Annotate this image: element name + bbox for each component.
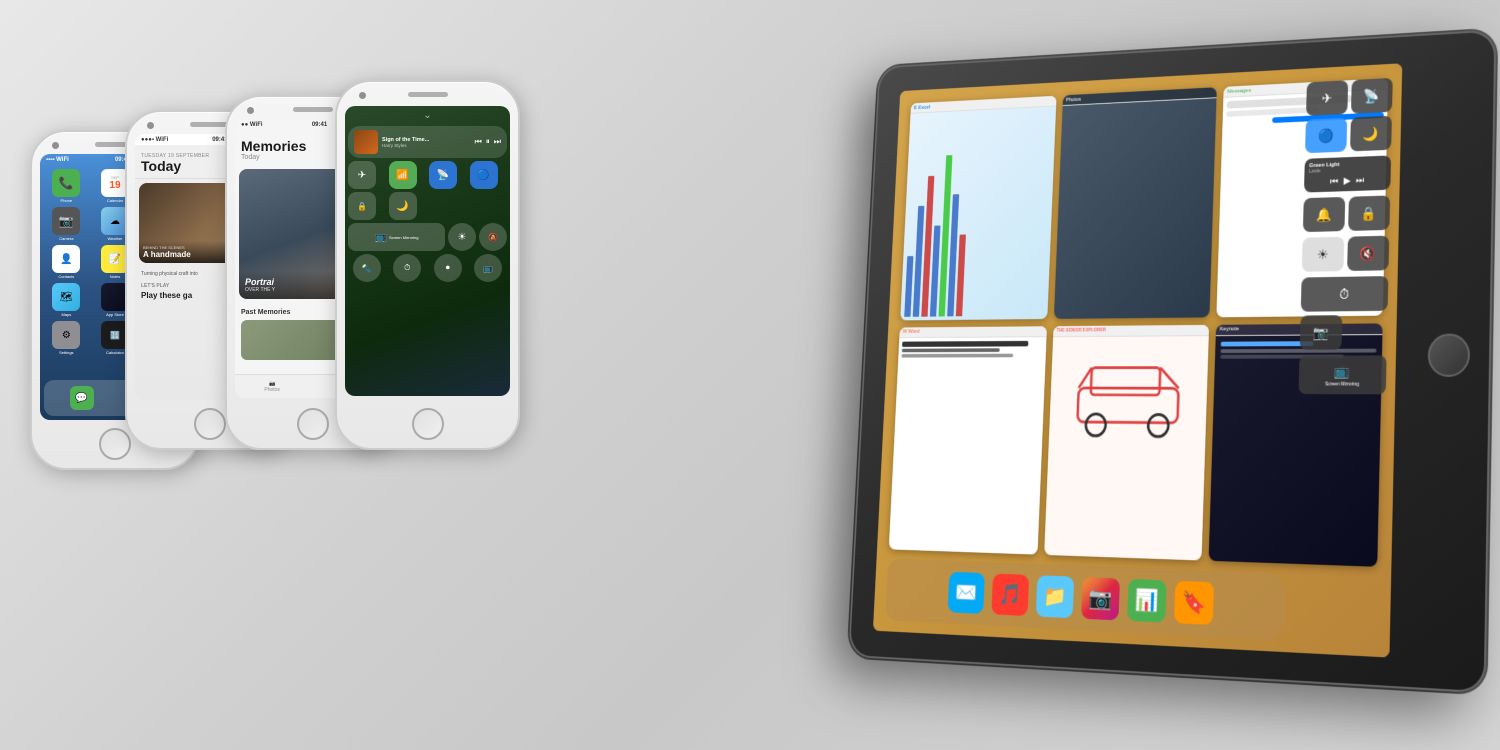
dock-keynote[interactable]: 🔖 [1174, 581, 1214, 625]
ipad-cc-grid-1: ✈ 📡 🔵 🌙 [1305, 78, 1393, 153]
iphone4-home-btn[interactable] [412, 408, 444, 440]
tab-photos[interactable]: 📷Photos [264, 381, 280, 393]
ipad-card-keynote[interactable]: W Word [889, 326, 1047, 555]
screen-mirror-label: Screen Mirroring [389, 235, 419, 240]
mute-btn[interactable]: 🔕 [479, 223, 507, 251]
ipad-moon-btn[interactable]: 🌙 [1350, 116, 1392, 152]
app-camera[interactable]: 📷 Camera [44, 207, 89, 241]
ipad-card-sketch-content [1048, 336, 1209, 460]
cc-grid-2: 🔒 🌙 [348, 192, 507, 220]
ipad-wifi-btn[interactable]: 📡 [1350, 78, 1392, 114]
ipad-card-excel[interactable]: E Excel [900, 96, 1056, 320]
playback-controls: ⏮ ⏸ ⏭ [475, 137, 501, 147]
ipad-np-controls: ⏮ ▶ ⏭ [1309, 175, 1386, 188]
now-playing-info: Sign of the Time... Harry Styles [382, 137, 471, 148]
ipad-timer-btn[interactable]: ⏱ [1301, 276, 1389, 312]
ipad: E Excel [848, 29, 1496, 693]
control-chevron: ⌄ [345, 106, 510, 123]
cc-row-3: 📺 Screen Mirroring ☀ 🔕 [348, 223, 507, 251]
iphone4-camera [359, 92, 366, 99]
iphone3-time: 09:41 [312, 122, 327, 128]
ipad-notification-btn[interactable]: 🔔 [1303, 197, 1345, 232]
iphone4-screen: ⌄ Sign of the Time... Harry Styles ⏮ ⏸ ⏭ [345, 106, 510, 396]
screen-mirror-btn[interactable]: 📺 Screen Mirroring [348, 223, 445, 251]
app-contacts[interactable]: 👤 Contacts [44, 245, 89, 279]
pause-btn[interactable]: ⏸ [486, 137, 490, 147]
dock-numbers[interactable]: 📊 [1127, 579, 1167, 623]
appletv-btn[interactable]: 📺 [474, 254, 502, 282]
album-art [354, 130, 378, 154]
ipad-screen-mirror-label: Screen Mirroring [1325, 381, 1359, 387]
now-playing: Sign of the Time... Harry Styles ⏮ ⏸ ⏭ [348, 126, 507, 158]
bluetooth-btn[interactable]: 🔵 [470, 161, 498, 189]
dock-photos[interactable]: 📷 [1081, 577, 1120, 620]
ipad-cc-row4: ⏱ 📷 [1300, 276, 1389, 350]
ipad-home-btn[interactable] [1427, 333, 1470, 376]
forward-btn[interactable]: ⏭ [494, 137, 501, 147]
rewind-btn[interactable]: ⏮ [475, 137, 482, 147]
iphone1-signal: ▪▪▪▪ WiFi [46, 157, 69, 163]
ipad-forward-btn[interactable]: ⏭ [1356, 175, 1364, 186]
cc-spacer [429, 192, 457, 220]
ipad-rotation-btn[interactable]: 🔒 [1348, 195, 1391, 230]
lock-rotation-btn[interactable]: 🔒 [348, 192, 376, 220]
ipad-rewind-btn[interactable]: ⏮ [1330, 176, 1338, 187]
cc-grid-1: ✈ 📶 📡 🔵 [348, 161, 507, 189]
cellular-btn[interactable]: 📶 [389, 161, 417, 189]
ipad-card-excel-content [900, 106, 1056, 320]
ipad-now-playing: Green Light Lorde ⏮ ▶ ⏭ [1304, 155, 1391, 192]
ipad-play-btn[interactable]: ▶ [1343, 176, 1350, 187]
ipad-camera-btn[interactable]: 📷 [1300, 315, 1342, 350]
flashlight-btn[interactable]: 🔦 [353, 254, 381, 282]
app-settings[interactable]: ⚙ Settings [44, 321, 89, 355]
ipad-cc-row2: 🔔 🔒 [1303, 195, 1390, 232]
iphone2-home-btn[interactable] [194, 408, 226, 440]
iphone3-signal: ●● WiFi [241, 122, 263, 128]
iphone2-signal: ●●●▪ WiFi [141, 137, 168, 143]
ipad-airplane-btn[interactable]: ✈ [1306, 80, 1348, 116]
ipad-card-photo-header: Photos [1062, 87, 1217, 106]
scene: ▪▪▪▪ WiFi 09:41 🔋 📞 Phone SEP [0, 0, 1500, 750]
timer-btn[interactable]: ⏱ [393, 254, 421, 282]
dock-mail[interactable]: ✉️ [948, 572, 985, 614]
ipad-card-keynote-content [889, 337, 1047, 555]
ipad-bluetooth-btn[interactable]: 🔵 [1305, 118, 1347, 153]
song-artist: Harry Styles [382, 143, 471, 148]
ipad-volume-btn[interactable]: 🔇 [1347, 236, 1390, 271]
iphone1-camera [52, 142, 59, 149]
record-btn[interactable]: ⏺ [434, 254, 462, 282]
car-sketch [1052, 339, 1206, 450]
ipad-card-sketch[interactable]: THE SENIOR EXPLORER [1044, 324, 1210, 560]
iphone3-speaker [293, 107, 333, 112]
iphone1-home-btn[interactable] [99, 428, 131, 460]
ipad-control-panel: ✈ 📡 🔵 🌙 Green Light Lorde ⏮ ▶ [1294, 78, 1393, 567]
dock-files[interactable]: 📁 [1036, 575, 1074, 618]
cc-bottom-row: 🔦 ⏱ ⏺ 📺 [348, 254, 507, 282]
iphone4-speaker [408, 92, 448, 97]
cc-spacer2 [470, 192, 498, 220]
ipad-dock: ✉️ 🎵 📁 📷 📊 🔖 [885, 558, 1284, 640]
iphone3-home-btn[interactable] [297, 408, 329, 440]
ipad-card-photo[interactable]: Photos [1054, 87, 1218, 318]
iphone-4: ⌄ Sign of the Time... Harry Styles ⏮ ⏸ ⏭ [335, 80, 520, 450]
ipad-screen-mirror[interactable]: 📺 Screen Mirroring [1298, 355, 1386, 394]
ipad-wrapper: E Excel [847, 28, 1500, 727]
app-maps[interactable]: 🗺 Maps [44, 283, 89, 317]
wifi-btn[interactable]: 📡 [429, 161, 457, 189]
brightness-btn[interactable]: ☀ [448, 223, 476, 251]
dock-messages[interactable]: 💬 [70, 386, 94, 410]
dock-music[interactable]: 🎵 [991, 573, 1029, 616]
ipad-brightness-btn[interactable]: ☀ [1302, 237, 1344, 272]
ipad-cc-row3: ☀ 🔇 [1302, 236, 1389, 272]
moon-btn[interactable]: 🌙 [389, 192, 417, 220]
app-phone[interactable]: 📞 Phone [44, 169, 89, 203]
ipad-multitask: E Excel [873, 63, 1402, 657]
iphone2-speaker [190, 122, 230, 127]
ipad-screen: E Excel [873, 63, 1402, 657]
iphone3-camera [247, 107, 254, 114]
airplane-btn[interactable]: ✈ [348, 161, 376, 189]
iphone2-camera [147, 122, 154, 129]
